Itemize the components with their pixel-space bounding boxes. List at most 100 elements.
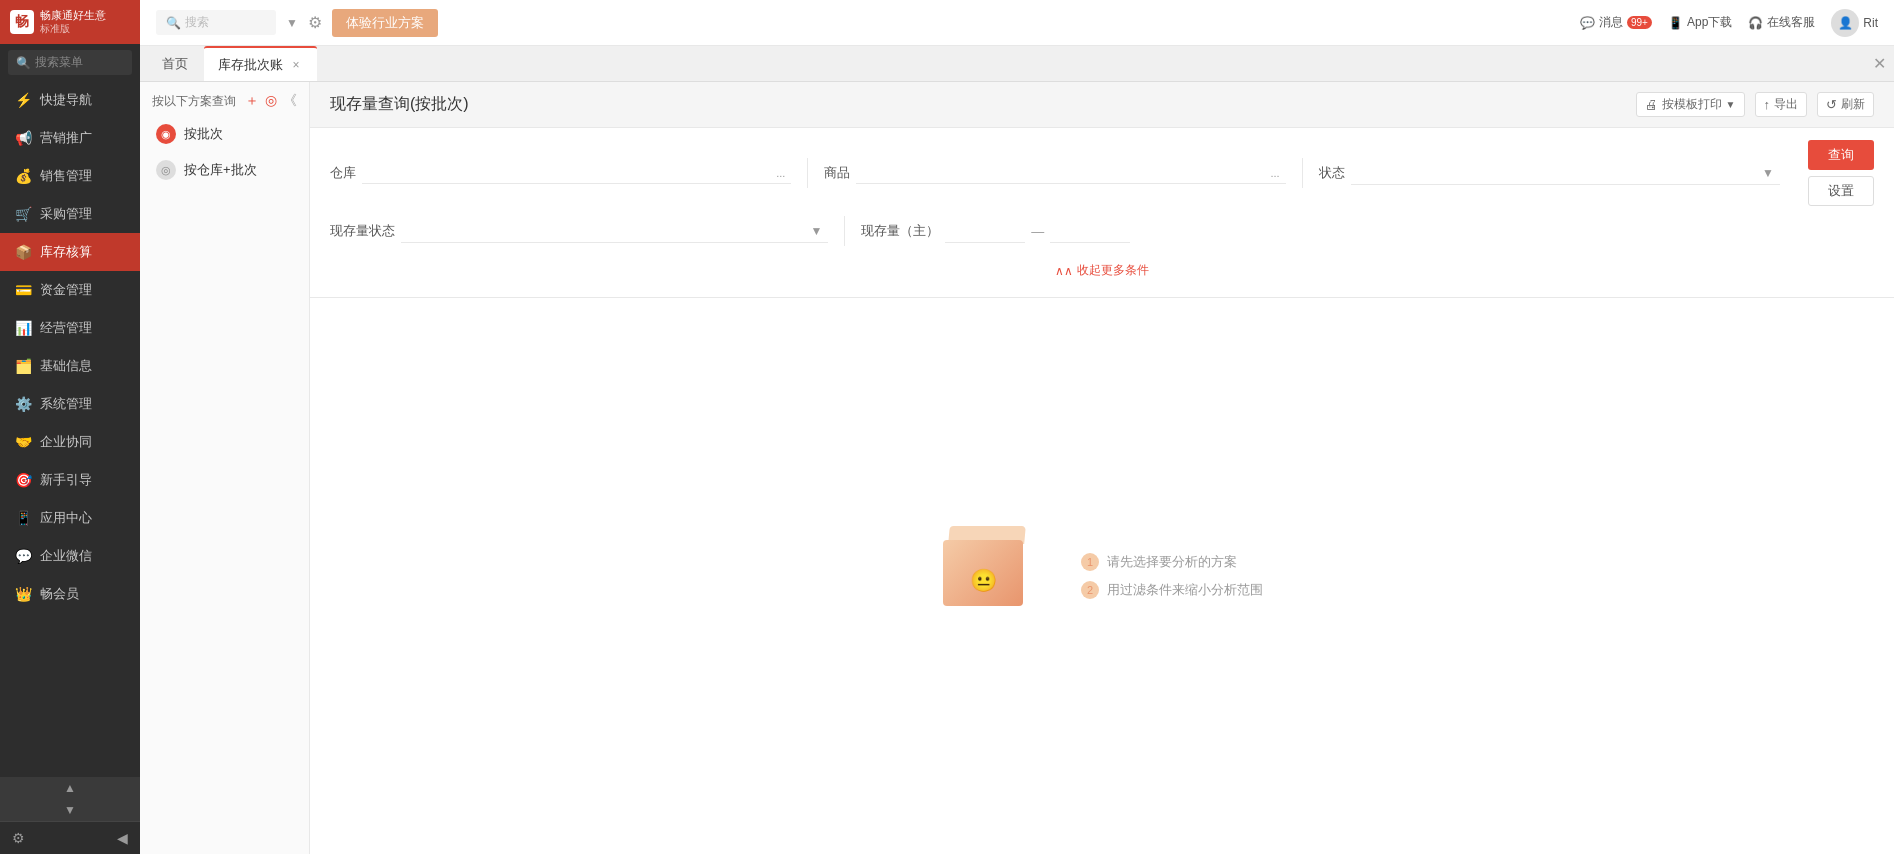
message-badge: 99+	[1627, 16, 1652, 29]
export-button[interactable]: ↑ 导出	[1755, 92, 1808, 117]
sidebar: 畅 畅康通好生意 标准版 🔍 搜索菜单 ⚡ 快捷导航 📢 营销推广 💰 销售管理…	[0, 0, 140, 854]
settings-icon[interactable]: ⚙	[12, 830, 25, 846]
search-icon: 🔍	[16, 56, 31, 70]
solution-item-warehouse-batch[interactable]: ◎ 按仓库+批次	[140, 152, 309, 188]
collapse-bar[interactable]: ∧∧ 收起更多条件	[330, 256, 1874, 285]
user-menu[interactable]: 👤 Rit	[1831, 9, 1878, 37]
print-button[interactable]: 🖨 按模板打印 ▼	[1636, 92, 1745, 117]
avatar: 👤	[1831, 9, 1859, 37]
wechat-icon: 💬	[14, 547, 32, 565]
export-label: 导出	[1774, 96, 1798, 113]
inventory-qty-max-input[interactable]	[1050, 219, 1130, 243]
tab-home-label: 首页	[162, 55, 188, 73]
empty-hint-1: 1 请先选择要分析的方案	[1081, 553, 1263, 571]
online-service-button[interactable]: 🎧 在线客服	[1748, 14, 1815, 31]
sidebar-item-operation[interactable]: 📊 经营管理	[0, 309, 140, 347]
query-button[interactable]: 查询	[1808, 140, 1874, 170]
settings-solution-icon[interactable]: ◎	[265, 92, 277, 110]
basic-icon: 🗂️	[14, 357, 32, 375]
sidebar-item-inventory[interactable]: 📦 库存核算	[0, 233, 140, 271]
page-title-bar: 现存量查询(按批次) 🖨 按模板打印 ▼ ↑ 导出 ↺ 刷新	[310, 82, 1894, 128]
search-placeholder: 搜索菜单	[35, 54, 83, 71]
right-panel: 现存量查询(按批次) 🖨 按模板打印 ▼ ↑ 导出 ↺ 刷新	[310, 82, 1894, 854]
sidebar-item-newbie[interactable]: 🎯 新手引导	[0, 461, 140, 499]
topbar-search-icon: 🔍	[166, 16, 181, 30]
solution-label-batch: 按批次	[184, 125, 223, 143]
tab-home[interactable]: 首页	[148, 46, 202, 81]
filter-inventory-status: 现存量状态 ▼	[330, 220, 828, 243]
filter-status: 状态 ▼	[1319, 162, 1780, 185]
tab-inventory-batch-label: 库存批次账	[218, 56, 283, 74]
sidebar-label: 应用中心	[40, 509, 92, 527]
topbar-gear-icon[interactable]: ⚙	[308, 13, 322, 32]
sidebar-label: 畅会员	[40, 585, 79, 603]
quick-icon: ⚡	[14, 91, 32, 109]
sidebar-search[interactable]: 🔍 搜索菜单	[8, 50, 132, 75]
sidebar-label: 企业微信	[40, 547, 92, 565]
empty-hint-text-1: 请先选择要分析的方案	[1107, 553, 1237, 571]
product-more-icon[interactable]: ...	[1270, 167, 1279, 179]
sidebar-scroll-up[interactable]: ▲	[0, 777, 140, 799]
sidebar-scroll-down[interactable]: ▼	[0, 799, 140, 821]
sidebar-item-quick[interactable]: ⚡ 快捷导航	[0, 81, 140, 119]
sidebar-item-basic[interactable]: 🗂️ 基础信息	[0, 347, 140, 385]
solution-item-batch[interactable]: ◉ 按批次	[140, 116, 309, 152]
finance-icon: 💳	[14, 281, 32, 299]
topbar-search[interactable]: 🔍 搜索	[156, 10, 276, 35]
print-dropdown-icon[interactable]: ▼	[1726, 99, 1736, 110]
newbie-icon: 🎯	[14, 471, 32, 489]
sidebar-item-system[interactable]: ⚙️ 系统管理	[0, 385, 140, 423]
trial-button[interactable]: 体验行业方案	[332, 9, 438, 37]
tab-inventory-batch[interactable]: 库存批次账 ×	[204, 46, 317, 81]
app-download-button[interactable]: 📱 App下载	[1668, 14, 1732, 31]
tab-bar-close-icon[interactable]: ✕	[1873, 54, 1886, 73]
sidebar-item-sales[interactable]: 💰 销售管理	[0, 157, 140, 195]
filter-warehouse: 仓库 ...	[330, 163, 791, 184]
collapse-sidebar-icon[interactable]: ◀	[117, 830, 128, 846]
solution-label-warehouse: 按仓库+批次	[184, 161, 257, 179]
purchase-icon: 🛒	[14, 205, 32, 223]
sidebar-item-enterprise[interactable]: 🤝 企业协同	[0, 423, 140, 461]
sidebar-item-purchase[interactable]: 🛒 采购管理	[0, 195, 140, 233]
app-info: 畅康通好生意 标准版	[40, 8, 106, 36]
add-solution-icon[interactable]: ＋	[245, 92, 259, 110]
sidebar-item-member[interactable]: 👑 畅会员	[0, 575, 140, 613]
sidebar-item-app[interactable]: 📱 应用中心	[0, 499, 140, 537]
inventory-qty-label: 现存量（主）	[861, 222, 939, 240]
refresh-label: 刷新	[1841, 96, 1865, 113]
empty-hints: 1 请先选择要分析的方案 2 用过滤条件来缩小分析范围	[1081, 553, 1263, 599]
export-icon: ↑	[1764, 97, 1771, 112]
filter-row-1: 仓库 ... 商品 ...	[330, 140, 1874, 206]
message-icon: 💬	[1580, 16, 1595, 30]
sidebar-item-wechat[interactable]: 💬 企业微信	[0, 537, 140, 575]
topbar-dropdown-icon[interactable]: ▼	[286, 16, 298, 30]
status-dropdown[interactable]: ▼	[1351, 162, 1780, 185]
warehouse-more-icon[interactable]: ...	[776, 167, 785, 179]
sidebar-label: 销售管理	[40, 167, 92, 185]
sidebar-item-finance[interactable]: 💳 资金管理	[0, 271, 140, 309]
filter-dash: —	[1031, 224, 1044, 239]
message-button[interactable]: 💬 消息 99+	[1580, 14, 1652, 31]
refresh-icon: ↺	[1826, 97, 1837, 112]
left-panel-actions: ＋ ◎ 《	[245, 92, 297, 110]
tab-close-icon[interactable]: ×	[289, 58, 303, 72]
warehouse-label: 仓库	[330, 164, 356, 182]
filter-divider-1	[807, 158, 808, 188]
sidebar-label: 资金管理	[40, 281, 92, 299]
sidebar-label: 系统管理	[40, 395, 92, 413]
print-label: 按模板打印	[1662, 96, 1722, 113]
solution-icon-warehouse: ◎	[156, 160, 176, 180]
empty-state: 😐 1 请先选择要分析的方案 2 用过滤条件来缩小分析范围	[310, 298, 1894, 854]
tabbar: 首页 库存批次账 × ✕	[140, 46, 1894, 82]
main-area: 🔍 搜索 ▼ ⚙ 体验行业方案 💬 消息 99+ 📱 App下载 🎧 在线客服 …	[140, 0, 1894, 854]
sales-icon: 💰	[14, 167, 32, 185]
settings-button[interactable]: 设置	[1808, 176, 1874, 206]
inventory-status-label: 现存量状态	[330, 222, 395, 240]
inventory-status-dropdown[interactable]: ▼	[401, 220, 828, 243]
app-logo: 畅	[10, 10, 34, 34]
sidebar-item-marketing[interactable]: 📢 营销推广	[0, 119, 140, 157]
inventory-qty-min-input[interactable]	[945, 219, 1025, 243]
refresh-button[interactable]: ↺ 刷新	[1817, 92, 1874, 117]
filter-divider-3	[844, 216, 845, 246]
collapse-panel-icon[interactable]: 《	[283, 92, 297, 110]
